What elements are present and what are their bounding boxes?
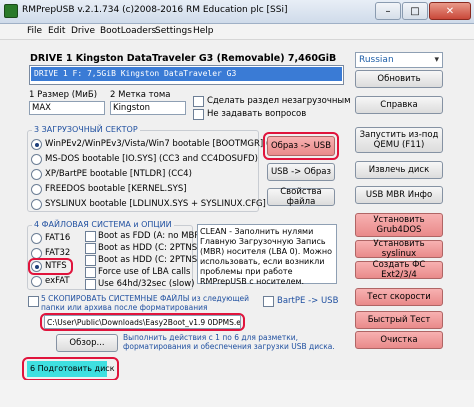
language-select[interactable]: Russian ▾ <box>355 52 443 68</box>
file-properties-button[interactable]: Свойства файла <box>267 187 335 207</box>
close-button[interactable]: ✕ <box>429 2 471 20</box>
eject-button[interactable]: Извлечь диск <box>355 161 443 179</box>
boot-radio-xp[interactable] <box>31 169 42 180</box>
menu-settings[interactable]: Settings <box>155 26 192 38</box>
size-label: 1 Размер (МиБ) <box>29 90 98 100</box>
menu-bootloaders[interactable]: BootLoaders <box>100 26 156 38</box>
fs-radio-exfat[interactable] <box>31 276 42 287</box>
menu-file[interactable]: File <box>27 26 42 38</box>
minimize-icon: – <box>385 5 391 17</box>
clean-button[interactable]: Очистка <box>355 331 443 349</box>
usb-to-image-button[interactable]: USB -> Образ <box>267 163 335 181</box>
app-icon <box>4 4 18 18</box>
bartpe-label: BartPE -> USB <box>277 296 339 306</box>
boot-option-syslinux: SYSLINUX bootable [LDLINUX.SYS + SYSLINU… <box>45 199 266 209</box>
menu-help[interactable]: Help <box>193 26 214 38</box>
volume-label: 2 Метка тома <box>110 90 171 100</box>
no-boot-partition-checkbox[interactable] <box>193 96 204 107</box>
fs-opt-fdd: Boot as FDD (A: no MBR) <box>98 231 204 241</box>
qemu-button[interactable]: Запустить из-под QEMU (F11) <box>355 127 443 153</box>
chevron-down-icon: ▾ <box>434 55 439 65</box>
fs-radio-ntfs[interactable] <box>31 261 42 272</box>
close-icon: ✕ <box>445 5 455 17</box>
maximize-button[interactable]: □ <box>402 2 428 20</box>
copy-files-label: 5 СКОПИРОВАТЬ СИСТЕМНЫЕ ФАЙЛЫ из следующ… <box>41 294 250 312</box>
browse-button[interactable]: Обзор... <box>56 334 118 352</box>
boot-option-freedos: FREEDOS bootable [KERNEL.SYS] <box>45 184 187 194</box>
boot-option-msdos: MS-DOS bootable [IO.SYS] (CC3 and CC4DOS… <box>45 154 258 164</box>
usb-mbr-info-button[interactable]: USB MBR Инфо <box>355 186 443 204</box>
fs-opt-64hd: Use 64hd/32sec (slow) <box>98 279 195 289</box>
fs-checkbox-hdd-1[interactable] <box>85 243 96 254</box>
fs-checkbox-lba[interactable] <box>85 267 96 278</box>
image-to-usb-button[interactable]: Образ -> USB <box>267 136 335 156</box>
boot-radio-syslinux[interactable] <box>31 199 42 210</box>
prepare-drive-button[interactable]: 6 Подготовить диск <box>27 361 115 377</box>
update-button[interactable]: Обновить <box>355 70 443 88</box>
no-boot-partition-label: Сделать раздел незагрузочным <box>207 96 351 106</box>
boot-radio-freedos[interactable] <box>31 184 42 195</box>
fs-opt-hdd-2: Boot as HDD (C: 2PTNS) <box>98 255 201 265</box>
language-value: Russian <box>359 55 394 65</box>
info-memo: CLEAN - Заполнить нулями Главную Загрузо… <box>197 224 337 286</box>
source-path-input[interactable]: C:\User\Public\Downloads\Easy2Boot_v1.9 … <box>44 315 241 329</box>
boot-option-winpe: WinPEv2/WinPEv3/Vista/Win7 bootable [BOO… <box>45 139 290 149</box>
fs-option-ntfs: NTFS <box>45 261 67 271</box>
boot-radio-winpe[interactable] <box>31 139 42 150</box>
fs-option-fat32: FAT32 <box>45 248 71 258</box>
drive-header: DRIVE 1 Kingston DataTraveler G3 (Remova… <box>30 53 337 64</box>
volume-input[interactable]: Kingston <box>110 101 186 115</box>
help-button[interactable]: Справка <box>355 96 443 114</box>
no-questions-label: Не задавать вопросов <box>207 109 307 119</box>
bartpe-checkbox[interactable] <box>263 296 274 307</box>
drive-list-item[interactable]: DRIVE 1 F: 7,5GiB Kingston DataTraveler … <box>31 67 342 81</box>
size-input[interactable]: MAX <box>29 101 105 115</box>
fs-checkbox-64hd[interactable] <box>85 279 96 290</box>
bottom-bar <box>0 380 474 407</box>
fs-opt-hdd-1: Boot as HDD (C: 2PTNS) <box>98 243 201 253</box>
create-ext-button[interactable]: Создать ФС Ext2/3/4 <box>355 260 443 280</box>
minimize-button[interactable]: – <box>375 2 401 20</box>
fs-option-exfat: exFAT <box>45 276 70 286</box>
filesystem-title: 4 ФАЙЛОВАЯ СИСТЕМА и ОПЦИИ <box>32 220 174 229</box>
maximize-icon: □ <box>410 5 420 17</box>
app-window: RMPrepUSB v.2.1.734 (c)2008-2016 RM Educ… <box>0 0 474 407</box>
menu-edit[interactable]: Edit <box>48 26 65 38</box>
fs-checkbox-hdd-2[interactable] <box>85 255 96 266</box>
fs-checkbox-fdd[interactable] <box>85 231 96 242</box>
boot-radio-msdos[interactable] <box>31 154 42 165</box>
quick-test-button[interactable]: Быстрый Тест <box>355 311 443 329</box>
fs-option-fat16: FAT16 <box>45 233 71 243</box>
boot-option-xp: XP/BartPE bootable [NTLDR] (CC4) <box>45 169 192 179</box>
boot-sector-title: 3 ЗАГРУЗОЧНЫЙ СЕКТОР <box>32 125 140 134</box>
install-grub4dos-button[interactable]: Установить Grub4DOS <box>355 213 443 237</box>
speed-test-button[interactable]: Тест скорости <box>355 288 443 306</box>
menu-drive[interactable]: Drive <box>71 26 95 38</box>
no-questions-checkbox[interactable] <box>193 109 204 120</box>
install-syslinux-button[interactable]: Установить syslinux <box>355 239 443 259</box>
copy-files-checkbox[interactable] <box>28 296 39 307</box>
fs-radio-fat16[interactable] <box>31 233 42 244</box>
copy-hint: Выполнить действия с 1 по 6 для разметки… <box>123 333 335 351</box>
window-title: RMPrepUSB v.2.1.734 (c)2008-2016 RM Educ… <box>22 5 288 15</box>
fs-opt-lba: Force use of LBA calls <box>98 267 191 277</box>
